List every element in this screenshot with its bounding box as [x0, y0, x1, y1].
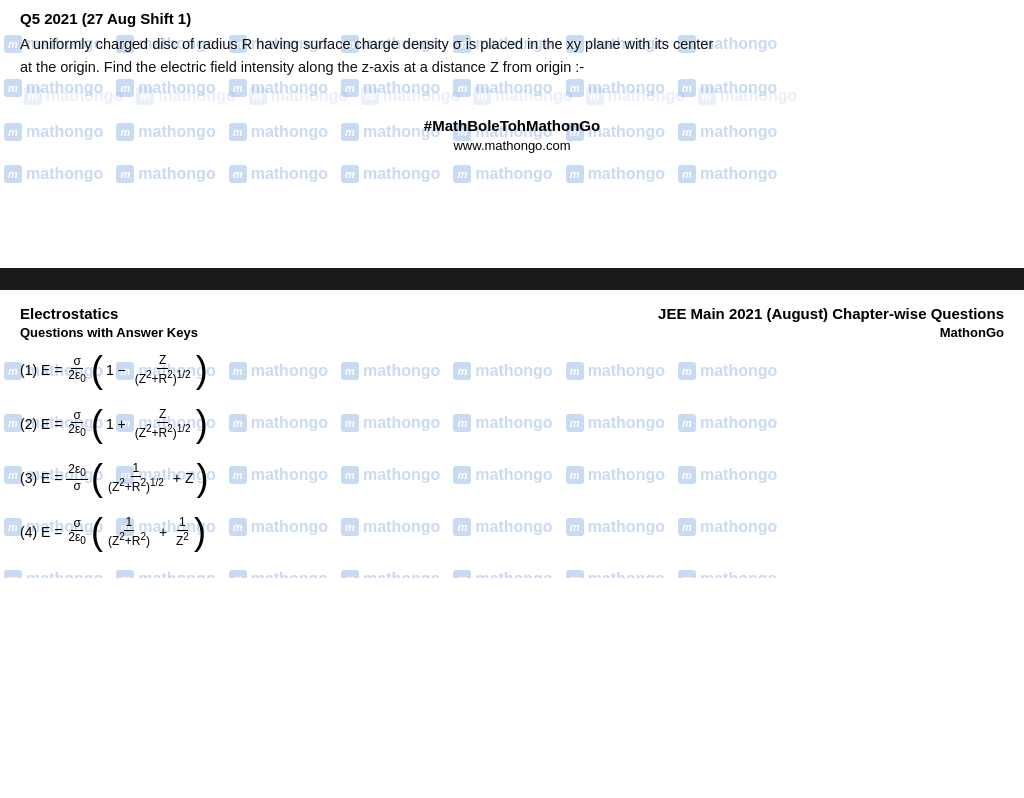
black-divider	[0, 268, 1024, 290]
option-2-label: (2) E =	[20, 416, 66, 432]
option-3: (3) E = 2ε0 σ ( 1 (Z2+R2)1/2 + Z )	[20, 460, 1004, 496]
electrostatics-label: Electrostatics	[20, 305, 118, 322]
question-text: A uniformly charged disc of radius R hav…	[20, 33, 1004, 79]
option-3-label: (3) E =	[20, 470, 66, 486]
questions-label: Questions with Answer Keys	[20, 325, 198, 340]
option-4-label: (4) E =	[20, 524, 66, 540]
option-4: (4) E = σ 2ε0 ( 1 (Z2+R2) + 1 Z2 )	[20, 514, 1004, 550]
sub-header: Questions with Answer Keys MathonGo	[20, 325, 1004, 340]
option-4-formula: σ 2ε0 ( 1 (Z2+R2) + 1 Z2 )	[66, 514, 206, 550]
mathongo-brand-label: MathonGo	[940, 325, 1004, 340]
option-1-label: (1) E =	[20, 362, 66, 378]
hashtag-section: #MathBoleTohMathonGo www.mathongo.com	[20, 117, 1004, 153]
option-1-formula: σ 2ε0 ( 1 − Z (Z2+R2)1/2 )	[66, 352, 207, 388]
option-1: (1) E = σ 2ε0 ( 1 − Z (Z2+R2)1/2 )	[20, 352, 1004, 388]
website-text: www.mathongo.com	[20, 138, 1004, 153]
option-2: (2) E = σ 2ε0 ( 1 + Z (Z2+R2)1/2 )	[20, 406, 1004, 442]
jee-label: JEE Main 2021 (August) Chapter-wise Ques…	[658, 305, 1004, 322]
question-title: Q5 2021 (27 Aug Shift 1)	[20, 10, 1004, 27]
bottom-header: Electrostatics JEE Main 2021 (August) Ch…	[20, 305, 1004, 322]
option-3-formula: 2ε0 σ ( 1 (Z2+R2)1/2 + Z )	[66, 460, 208, 496]
option-2-formula: σ 2ε0 ( 1 + Z (Z2+R2)1/2 )	[66, 406, 207, 442]
hashtag-text: #MathBoleTohMathonGo	[20, 117, 1004, 134]
